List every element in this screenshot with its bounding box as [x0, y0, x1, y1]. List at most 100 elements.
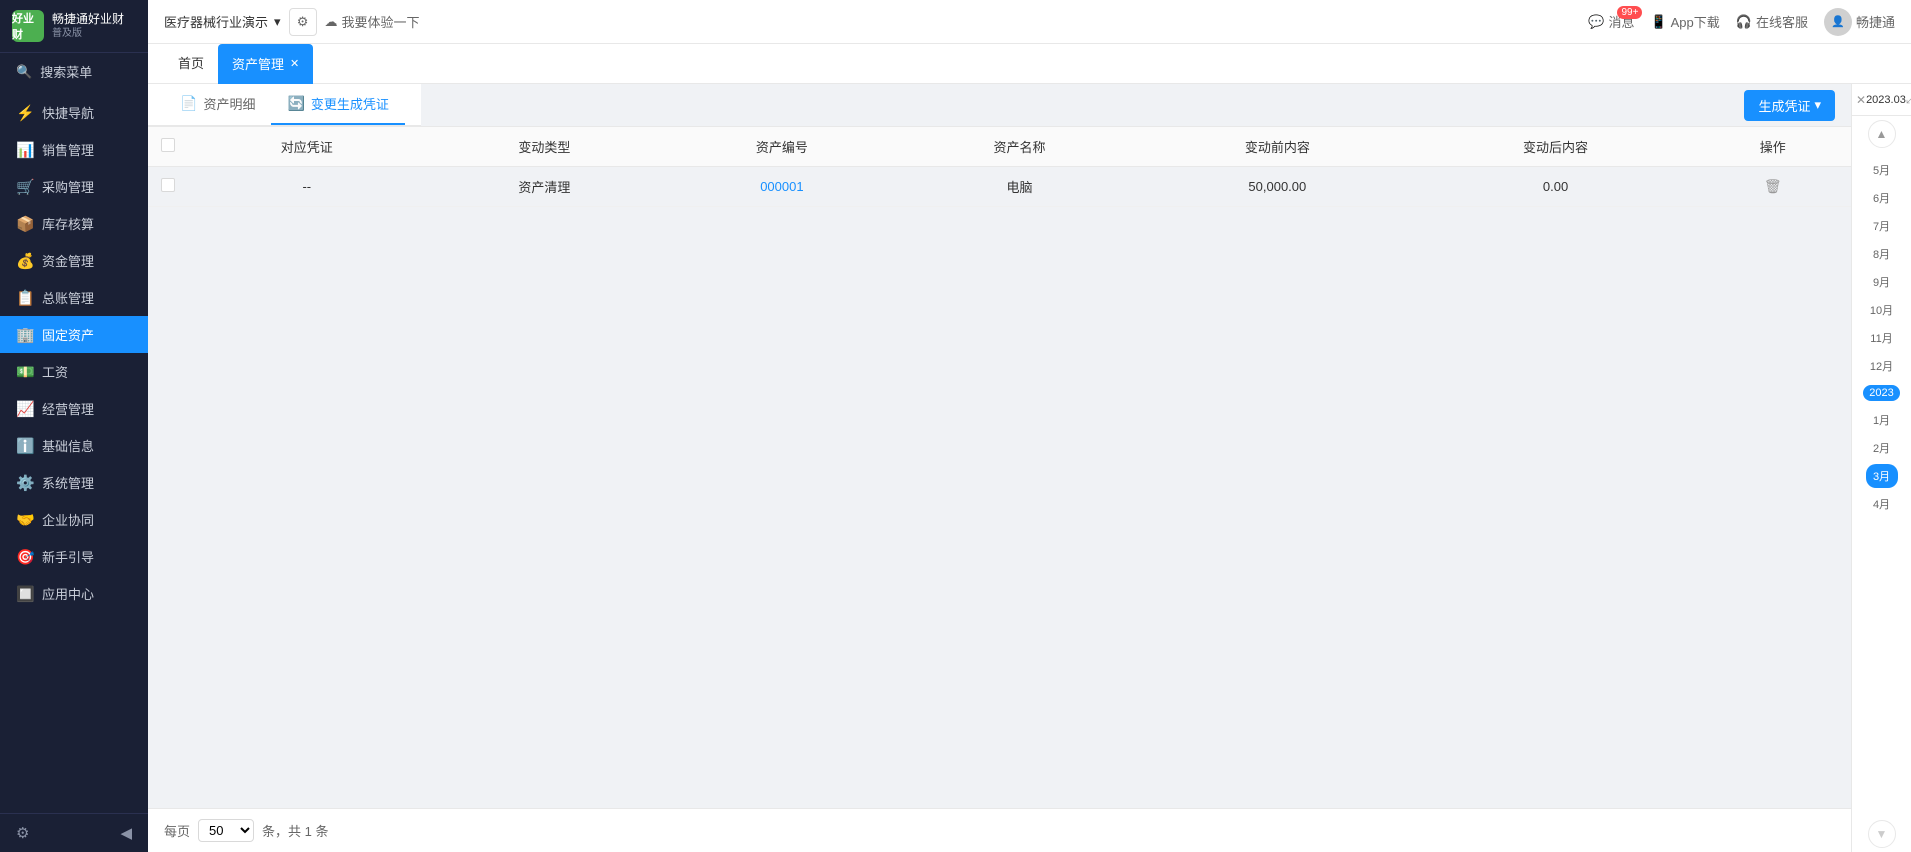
- system-icon: ⚙️: [16, 474, 34, 492]
- header-before-change: 变动前内容: [1138, 127, 1416, 167]
- sidebar-item-guide[interactable]: 🎯 新手引导: [0, 538, 148, 575]
- pagination: 每页 50 10 20 100 条，共 1 条: [148, 808, 1851, 852]
- timeline-month-1[interactable]: 1月: [1852, 406, 1911, 434]
- sidebar-item-inventory[interactable]: 📦 库存核算: [0, 205, 148, 242]
- sidebar-logo: 好业财 畅捷通好业财 普及版: [0, 0, 148, 53]
- sub-tabs-row: 📄 资产明细 🔄 变更生成凭证 生成凭证 ▾: [148, 84, 1851, 127]
- page-size-select[interactable]: 50 10 20 100: [198, 819, 254, 842]
- per-page-label: 每页: [164, 821, 190, 840]
- experience-icon: ☁: [325, 14, 338, 30]
- collapse-icon[interactable]: ◀: [120, 824, 132, 842]
- timeline-month-9[interactable]: 9月: [1852, 268, 1911, 296]
- sub-tab-asset-detail[interactable]: 📄 资产明细: [164, 84, 271, 125]
- app-download-action[interactable]: 📱 App下载: [1650, 12, 1719, 31]
- sidebar-search[interactable]: 🔍 搜索菜单: [0, 53, 148, 90]
- generate-voucher-button[interactable]: 生成凭证 ▾: [1744, 90, 1835, 121]
- sidebar-item-finance[interactable]: 💰 资金管理: [0, 242, 148, 279]
- ledger-icon: 📋: [16, 289, 34, 307]
- sidebar-item-purchase[interactable]: 🛒 采购管理: [0, 168, 148, 205]
- purchase-icon: 🛒: [16, 178, 34, 196]
- row-operation: 🗑: [1695, 167, 1851, 207]
- message-icon: 💬: [1588, 14, 1604, 30]
- row-asset-name: 电脑: [901, 167, 1139, 207]
- fixed-assets-icon: 🏢: [16, 326, 34, 344]
- sidebar-item-ledger[interactable]: 📋 总账管理: [0, 279, 148, 316]
- inventory-icon: 📦: [16, 215, 34, 233]
- timeline-month-5[interactable]: 5月: [1852, 156, 1911, 184]
- timeline-month-11[interactable]: 11月: [1852, 324, 1911, 352]
- header-asset-name: 资产名称: [901, 127, 1139, 167]
- timeline-expand-icon[interactable]: ⤢: [1906, 92, 1911, 107]
- tab-asset-management[interactable]: 资产管理 ✕: [218, 44, 313, 84]
- row-checkbox-cell: [148, 167, 188, 207]
- sidebar-item-quick-nav[interactable]: ⚡ 快捷导航: [0, 94, 148, 131]
- chevron-down-icon: ▾: [274, 14, 281, 30]
- sidebar-item-fixed-assets[interactable]: 🏢 固定资产: [0, 316, 148, 353]
- row-change-type: 资产清理: [426, 167, 664, 207]
- sidebar-item-sales[interactable]: 📊 销售管理: [0, 131, 148, 168]
- data-table: 对应凭证 变动类型 资产编号 资产名称: [148, 127, 1851, 207]
- header-change-type: 变动类型: [426, 127, 664, 167]
- row-voucher: --: [188, 167, 426, 207]
- operations-icon: 📈: [16, 400, 34, 418]
- tab-home[interactable]: 首页: [164, 44, 218, 84]
- header-after-change: 变动后内容: [1416, 127, 1694, 167]
- logo-icon: 好业财: [12, 10, 44, 42]
- pagination-total: 条，共 1 条: [262, 821, 328, 840]
- quick-nav-icon: ⚡: [16, 104, 34, 122]
- timeline-month-8[interactable]: 8月: [1852, 240, 1911, 268]
- finance-icon: 💰: [16, 252, 34, 270]
- delete-icon[interactable]: 🗑: [1764, 178, 1782, 194]
- chevron-down-icon: ▾: [1814, 97, 1821, 113]
- top-header: 医疗器械行业演示 ▾ ⚙ ☁ 我要体验一下 💬 消息 99+ 📱 App下载 🎧…: [148, 0, 1911, 44]
- timeline-month-7[interactable]: 7月: [1852, 212, 1911, 240]
- timeline-month-10[interactable]: 10月: [1852, 296, 1911, 324]
- basic-info-icon: ℹ️: [16, 437, 34, 455]
- row-before-change: 50,000.00: [1138, 167, 1416, 207]
- table-wrapper: 对应凭证 变动类型 资产编号 资产名称: [148, 127, 1851, 808]
- row-asset-code[interactable]: 000001: [663, 167, 901, 207]
- sidebar-item-operations[interactable]: 📈 经营管理: [0, 390, 148, 427]
- payroll-icon: 💵: [16, 363, 34, 381]
- header-voucher: 对应凭证: [188, 127, 426, 167]
- timeline-month-6[interactable]: 6月: [1852, 184, 1911, 212]
- timeline-month-4[interactable]: 4月: [1852, 490, 1911, 518]
- header-settings-icon[interactable]: ⚙: [289, 8, 317, 36]
- header-checkbox-cell: [148, 127, 188, 167]
- guide-icon: 🎯: [16, 548, 34, 566]
- header-checkbox[interactable]: [161, 138, 175, 152]
- timeline-scroll-up[interactable]: ▲: [1868, 120, 1896, 148]
- logo-text: 畅捷通好业财 普及版: [52, 12, 124, 41]
- content-wrapper: 📄 资产明细 🔄 变更生成凭证 生成凭证 ▾: [148, 84, 1911, 852]
- header-asset-code: 资产编号: [663, 127, 901, 167]
- timeline-year-badge[interactable]: 2023: [1863, 385, 1899, 401]
- sidebar-item-app-center[interactable]: 🔲 应用中心: [0, 575, 148, 612]
- header-right: 💬 消息 99+ 📱 App下载 🎧 在线客服 👤 畅捷通: [1588, 8, 1895, 36]
- customer-service-action[interactable]: 🎧 在线客服: [1736, 12, 1808, 31]
- experience-button[interactable]: ☁ 我要体验一下: [325, 12, 420, 31]
- tab-close-icon[interactable]: ✕: [290, 57, 299, 70]
- sidebar-item-basic-info[interactable]: ℹ️ 基础信息: [0, 427, 148, 464]
- sidebar-item-cooperation[interactable]: 🤝 企业协同: [0, 501, 148, 538]
- company-name: 医疗器械行业演示: [164, 12, 268, 31]
- settings-bottom-icon[interactable]: ⚙: [16, 824, 29, 842]
- company-selector[interactable]: 医疗器械行业演示 ▾: [164, 12, 281, 31]
- timeline-scroll-down[interactable]: ▼: [1868, 820, 1896, 848]
- sub-tab-change-voucher[interactable]: 🔄 变更生成凭证: [271, 84, 404, 125]
- timeline-panel: ✕ 2023.03 ⤢ ▲ 5月 6月 7月 8月 9月 10月 11月 12月…: [1851, 84, 1911, 852]
- user-action[interactable]: 👤 畅捷通: [1824, 8, 1895, 36]
- timeline-close-icon[interactable]: ✕: [1856, 93, 1866, 107]
- timeline-header: ✕ 2023.03 ⤢: [1852, 84, 1911, 116]
- messages-action[interactable]: 💬 消息 99+: [1588, 12, 1634, 31]
- sidebar-item-payroll[interactable]: 💵 工资: [0, 353, 148, 390]
- timeline-scroll: 5月 6月 7月 8月 9月 10月 11月 12月 2023 1月 2月 3月…: [1852, 152, 1911, 816]
- timeline-month-3-active[interactable]: 3月: [1866, 464, 1898, 488]
- sidebar-item-system[interactable]: ⚙️ 系统管理: [0, 464, 148, 501]
- timeline-year-current: 2023.03: [1866, 94, 1906, 106]
- cooperation-icon: 🤝: [16, 511, 34, 529]
- sidebar-bottom: ⚙ ◀: [0, 813, 148, 852]
- timeline-month-2[interactable]: 2月: [1852, 434, 1911, 462]
- header-operation: 操作: [1695, 127, 1851, 167]
- timeline-month-12[interactable]: 12月: [1852, 352, 1911, 380]
- row-checkbox[interactable]: [161, 178, 175, 192]
